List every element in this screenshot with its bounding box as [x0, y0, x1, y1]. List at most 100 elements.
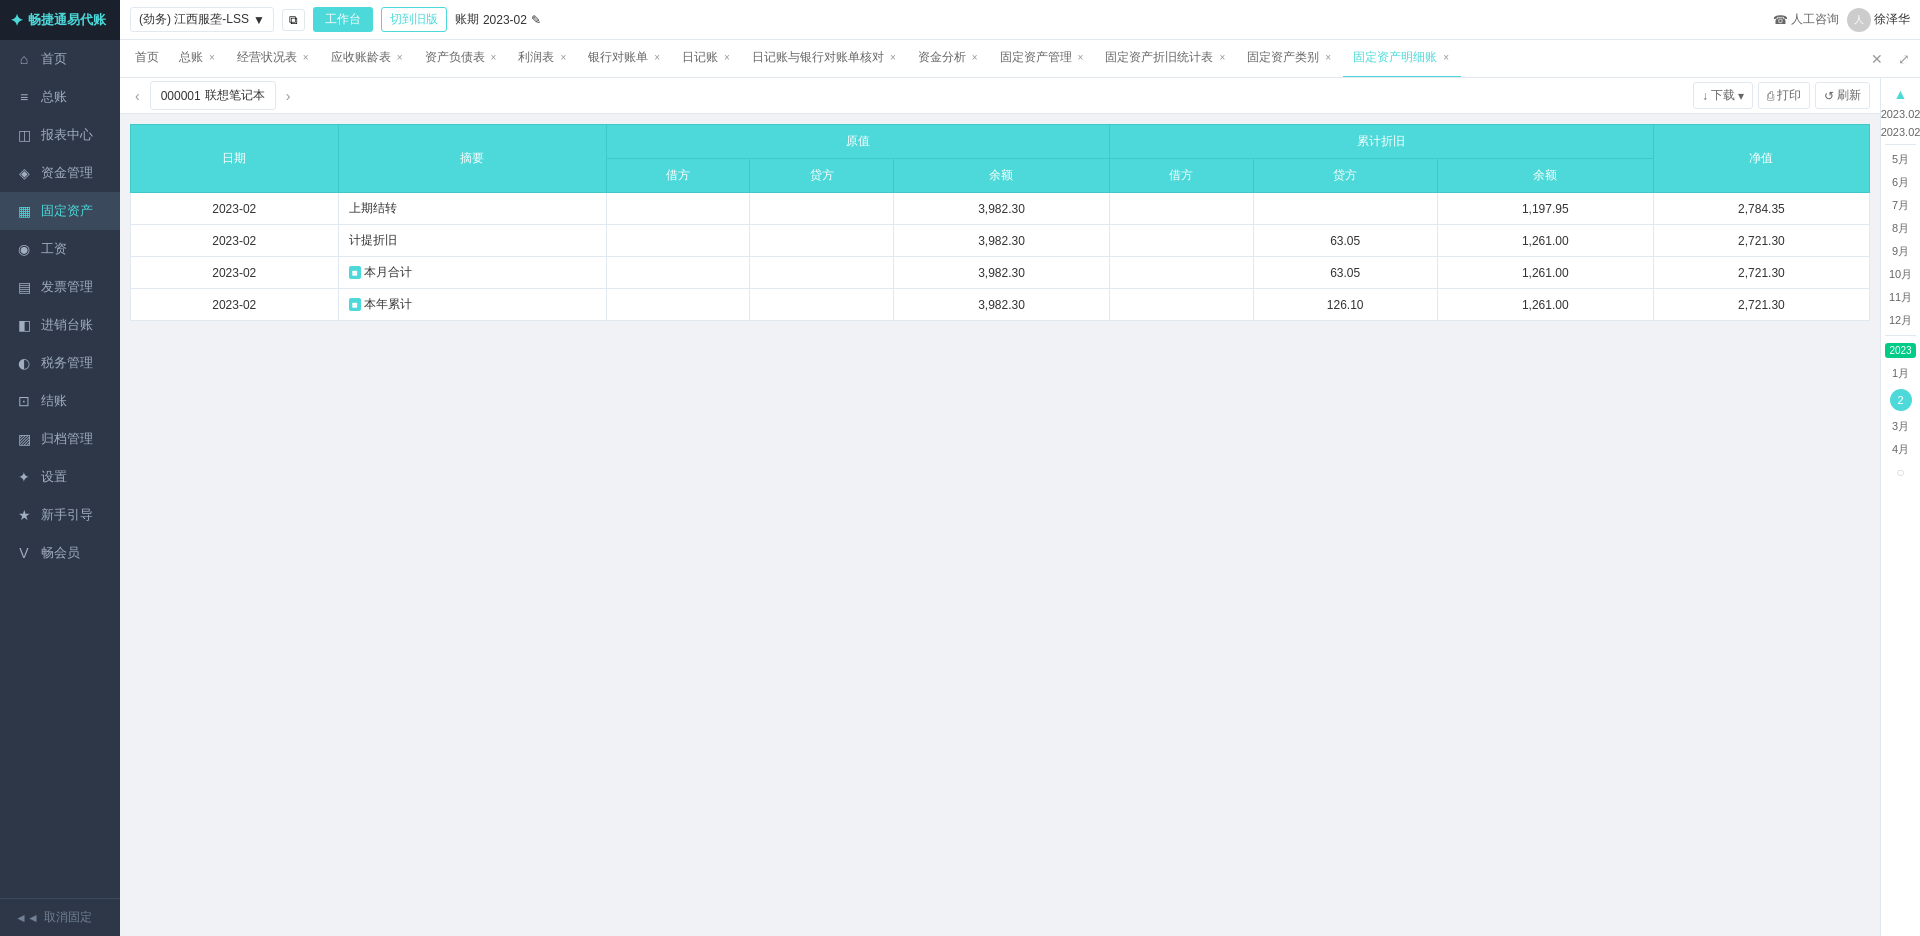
sidebar-item-close[interactable]: ⊡ 结账: [0, 382, 120, 420]
logo-icon: ✦: [10, 11, 23, 30]
tab-status[interactable]: 经营状况表×: [227, 40, 321, 78]
right-panel-month-2-active[interactable]: 2: [1890, 389, 1912, 411]
tab-fixed_detail[interactable]: 固定资产明细账×: [1343, 40, 1461, 78]
tab-reconcile[interactable]: 日记账与银行对账单核对×: [742, 40, 908, 78]
sidebar-item-general[interactable]: ≡ 总账: [0, 78, 120, 116]
right-panel-month-7[interactable]: 7月: [1881, 194, 1920, 217]
maximize-btn[interactable]: ⤢: [1893, 48, 1915, 70]
table-wrapper: 日期 摘要 原值 累计折旧 净值 借方 贷方 余额 借方 贷方 余额: [120, 114, 1880, 936]
right-panel-month-8[interactable]: 8月: [1881, 217, 1920, 240]
sidebar-item-fixed[interactable]: ▦ 固定资产: [0, 192, 120, 230]
tab-close-fixed_mgr[interactable]: ×: [1076, 51, 1086, 64]
sidebar-item-member[interactable]: V 畅会员: [0, 534, 120, 572]
guide-icon: ★: [15, 507, 33, 523]
close-all-btn[interactable]: ✕: [1866, 48, 1888, 70]
period-label: 账期 2023-02 ✎: [455, 11, 541, 28]
table-row: 2023-02 ■本年累计 3,982.30 126.10 1,261.00 2…: [131, 289, 1870, 321]
tab-deprec_stat[interactable]: 固定资产折旧统计表×: [1095, 40, 1237, 78]
right-panel-year-2023[interactable]: 2023: [1885, 343, 1916, 358]
print-label: 打印: [1777, 87, 1801, 104]
cell-ljzj-balance: 1,261.00: [1437, 289, 1653, 321]
tab-label-fixed_mgr: 固定资产管理: [1000, 49, 1072, 66]
sidebar-item-payroll[interactable]: ◉ 工资: [0, 230, 120, 268]
tab-close-bank[interactable]: ×: [652, 51, 662, 64]
download-btn[interactable]: ↓ 下载 ▾: [1693, 82, 1753, 109]
user-menu[interactable]: 人 徐泽华: [1847, 8, 1910, 32]
cell-ljzj-credit: [1253, 193, 1437, 225]
right-panel-sep1: [1885, 144, 1916, 145]
tab-general[interactable]: 总账×: [169, 40, 227, 78]
asset-item[interactable]: 000001 联想笔记本: [150, 81, 276, 110]
sidebar-item-settings[interactable]: ✦ 设置: [0, 458, 120, 496]
tab-close-status[interactable]: ×: [301, 51, 311, 64]
cell-net-value: 2,721.30: [1653, 225, 1869, 257]
sidebar-item-reports[interactable]: ◫ 报表中心: [0, 116, 120, 154]
topbar: (劲务) 江西服垄-LSS ▼ ⧉ 工作台 切到旧版 账期 2023-02 ✎ …: [120, 0, 1920, 40]
tab-assets[interactable]: 资产负债表×: [415, 40, 509, 78]
sidebar-item-capital[interactable]: ◈ 资金管理: [0, 154, 120, 192]
right-panel-month-6[interactable]: 6月: [1881, 171, 1920, 194]
right-panel-month-1[interactable]: 1月: [1881, 362, 1920, 385]
right-panel-month-12[interactable]: 12月: [1881, 309, 1920, 332]
asset-code: 000001: [161, 89, 201, 103]
tab-close-profit[interactable]: ×: [558, 51, 568, 64]
sidebar-item-label-tax: 税务管理: [41, 354, 93, 372]
download-arrow: ▾: [1738, 89, 1744, 103]
tab-fixed_type[interactable]: 固定资产类别×: [1237, 40, 1343, 78]
sidebar: ✦ 畅捷通易代账 ⌂ 首页 ≡ 总账 ◫ 报表中心 ◈ 资金管理 ▦ 固定资产 …: [0, 0, 120, 936]
workspace-btn[interactable]: 工作台: [313, 7, 373, 32]
sidebar-item-invoice[interactable]: ▤ 发票管理: [0, 268, 120, 306]
asset-name: 联想笔记本: [205, 87, 265, 104]
support-label: 人工咨询: [1791, 11, 1839, 28]
tab-close-capital[interactable]: ×: [970, 51, 980, 64]
sub-nav-prev[interactable]: ‹: [130, 86, 145, 106]
sidebar-item-guide[interactable]: ★ 新手引导: [0, 496, 120, 534]
tab-close-deprec_stat[interactable]: ×: [1217, 51, 1227, 64]
sidebar-item-tax[interactable]: ◐ 税务管理: [0, 344, 120, 382]
sub-nav-next[interactable]: ›: [281, 86, 296, 106]
payroll-icon: ◉: [15, 241, 33, 257]
print-btn[interactable]: ⎙ 打印: [1758, 82, 1810, 109]
copy-btn[interactable]: ⧉: [282, 9, 305, 31]
tab-journal[interactable]: 日记账×: [672, 40, 742, 78]
refresh-label: 刷新: [1837, 87, 1861, 104]
tab-profit[interactable]: 利润表×: [508, 40, 578, 78]
tab-close-receivable[interactable]: ×: [395, 51, 405, 64]
right-panel-month-10[interactable]: 10月: [1881, 263, 1920, 286]
right-panel-month-4[interactable]: 4月: [1881, 438, 1920, 461]
period-edit-icon[interactable]: ✎: [531, 13, 541, 27]
tab-bank[interactable]: 银行对账单×: [578, 40, 672, 78]
right-panel-month-5[interactable]: 5月: [1881, 148, 1920, 171]
sidebar-unpin-btn[interactable]: ◄◄ 取消固定: [0, 898, 120, 936]
tab-close-general[interactable]: ×: [207, 51, 217, 64]
sidebar-item-label-reports: 报表中心: [41, 126, 93, 144]
support-btn[interactable]: ☎ 人工咨询: [1773, 11, 1839, 28]
fixed-asset-detail-table: 日期 摘要 原值 累计折旧 净值 借方 贷方 余额 借方 贷方 余额: [130, 124, 1870, 321]
tab-receivable[interactable]: 应收账龄表×: [321, 40, 415, 78]
tab-fixed_mgr[interactable]: 固定资产管理 ×: [990, 40, 1096, 78]
switch-btn[interactable]: 切到旧版: [381, 7, 447, 32]
right-panel-month-11[interactable]: 11月: [1881, 286, 1920, 309]
support-icon: ☎: [1773, 13, 1788, 27]
sidebar-item-sales[interactable]: ◧ 进销台账: [0, 306, 120, 344]
right-panel-month-9[interactable]: 9月: [1881, 240, 1920, 263]
tab-capital[interactable]: 资金分析×: [908, 40, 990, 78]
cell-net-value: 2,784.35: [1653, 193, 1869, 225]
right-panel-month-3[interactable]: 3月: [1881, 415, 1920, 438]
cell-yz-debit: [606, 257, 750, 289]
tab-close-assets[interactable]: ×: [489, 51, 499, 64]
tab-close-journal[interactable]: ×: [722, 51, 732, 64]
capital-icon: ◈: [15, 165, 33, 181]
company-selector[interactable]: (劲务) 江西服垄-LSS ▼: [130, 7, 274, 32]
main-area: (劲务) 江西服垄-LSS ▼ ⧉ 工作台 切到旧版 账期 2023-02 ✎ …: [120, 0, 1920, 936]
right-panel-down[interactable]: ○: [1893, 461, 1907, 483]
sidebar-item-archive[interactable]: ▨ 归档管理: [0, 420, 120, 458]
tab-close-reconcile[interactable]: ×: [888, 51, 898, 64]
tab-home[interactable]: 首页: [125, 40, 169, 78]
refresh-btn[interactable]: ↺ 刷新: [1815, 82, 1870, 109]
right-panel-up[interactable]: ▲: [1891, 83, 1911, 105]
cell-ljzj-debit: [1110, 257, 1254, 289]
tab-close-fixed_detail[interactable]: ×: [1441, 51, 1451, 64]
tab-close-fixed_type[interactable]: ×: [1323, 51, 1333, 64]
sidebar-item-home[interactable]: ⌂ 首页: [0, 40, 120, 78]
